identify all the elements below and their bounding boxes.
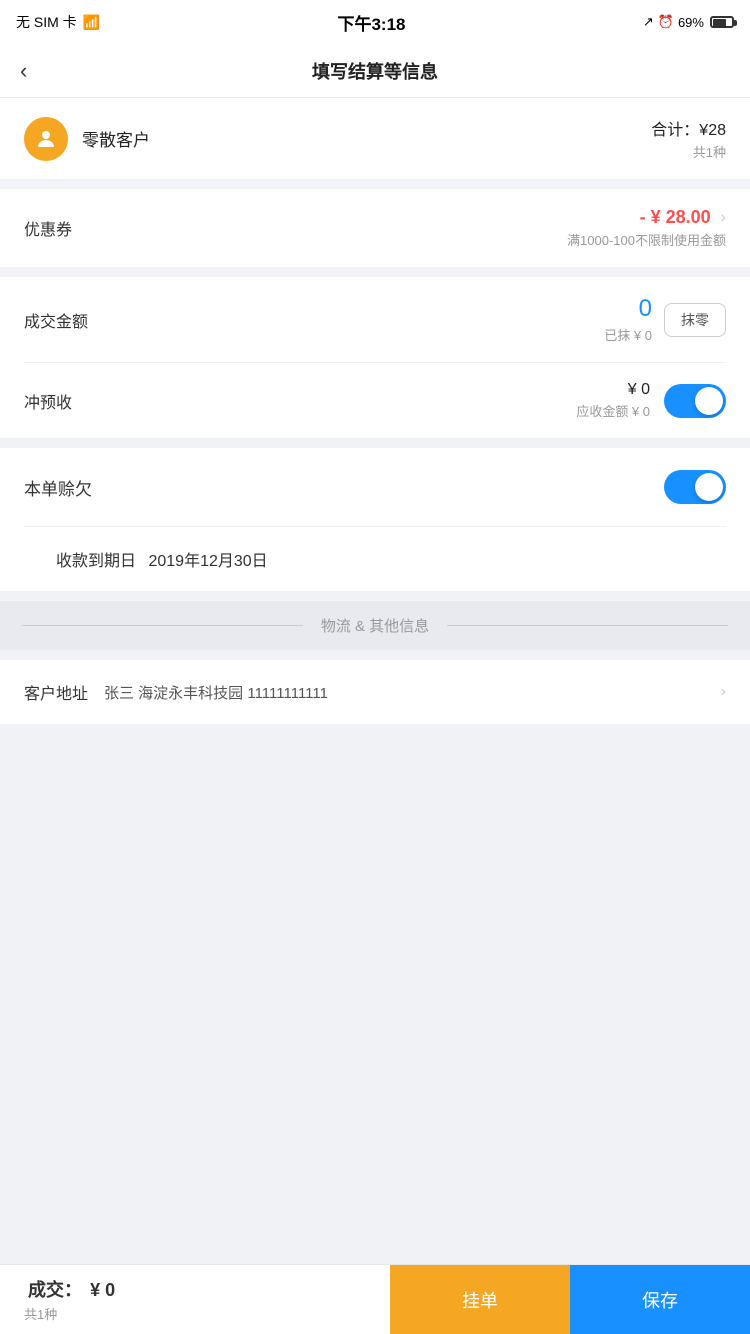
status-right: ↗ ⏰ 69%: [643, 14, 734, 30]
amount-value[interactable]: 0: [604, 295, 652, 323]
round-button[interactable]: 抹零: [664, 303, 726, 337]
precharge-amount-main: ¥ 0: [576, 381, 650, 399]
status-bar: 无 SIM 卡 📶 下午3:18 ↗ ⏰ 69%: [0, 0, 750, 44]
location-icon: ↗: [643, 14, 654, 30]
bottom-bar: 成交： ¥ 0 共1种 挂单 保存: [0, 1264, 750, 1334]
precharge-row: 冲预收 ¥ 0 应收金额 ¥ 0: [24, 363, 726, 438]
logistics-section: 物流 & 其他信息: [0, 601, 750, 650]
due-date-row: 收款到期日 2019年12月30日: [24, 526, 726, 591]
precharge-amount-sub: 应收金额 ¥ 0: [576, 401, 650, 420]
alarm-icon: ⏰: [658, 14, 674, 30]
coupon-right: - ¥ 28.00 › 满1000-100不限制使用金额: [567, 207, 726, 249]
customer-row: 零散客户 合计：¥28 共1种: [0, 98, 750, 179]
customer-card: 零散客户 合计：¥28 共1种: [0, 98, 750, 179]
content-area: 零散客户 合计：¥28 共1种 优惠券 - ¥ 28.00 › 满1000-10…: [0, 98, 750, 1014]
customer-name: 零散客户: [82, 126, 150, 151]
amount-label: 成交金额: [24, 308, 88, 332]
address-value: 张三 海淀永丰科技园 11111111111: [104, 682, 713, 703]
status-time: 下午3:18: [337, 10, 405, 35]
chevron-right-icon: ›: [721, 209, 726, 227]
address-chevron-icon: ›: [721, 683, 726, 701]
total-price: 合计：¥28: [651, 116, 726, 140]
address-label: 客户地址: [24, 680, 104, 704]
logistics-header: 物流 & 其他信息: [0, 601, 750, 650]
empty-area: [0, 734, 750, 934]
bottom-buttons: 挂单 保存: [390, 1265, 750, 1334]
bottom-info: 成交： ¥ 0 共1种: [0, 1276, 390, 1323]
debt-label: 本单赊欠: [24, 475, 92, 500]
coupon-row[interactable]: 优惠券 - ¥ 28.00 › 满1000-100不限制使用金额: [0, 189, 750, 267]
due-date-value: 2019年12月30日: [148, 553, 267, 570]
save-button[interactable]: 保存: [570, 1265, 750, 1334]
debt-row: 本单赊欠: [24, 448, 726, 526]
back-button[interactable]: ‹: [12, 50, 35, 92]
battery-percent: 69%: [678, 15, 704, 30]
transaction-section: 成交金额 0 已抹 ¥ 0 抹零 冲预收 ¥ 0 应收金额 ¥ 0: [0, 277, 750, 438]
debt-toggle[interactable]: [664, 470, 726, 504]
total-count: 共1种: [651, 142, 726, 161]
hold-button[interactable]: 挂单: [390, 1265, 570, 1334]
coupon-amount: - ¥ 28.00: [640, 207, 711, 228]
bottom-deal-amount: ¥ 0: [90, 1280, 115, 1300]
precharge-label: 冲预收: [24, 389, 72, 413]
battery-icon: [710, 16, 734, 28]
precharge-right: ¥ 0 应收金额 ¥ 0: [576, 381, 726, 420]
debt-section: 本单赊欠 收款到期日 2019年12月30日: [0, 448, 750, 591]
address-row[interactable]: 客户地址 张三 海淀永丰科技园 11111111111 ›: [0, 660, 750, 724]
due-date-label: 收款到期日: [56, 553, 136, 570]
avatar: [24, 117, 68, 161]
sim-text: 无 SIM 卡: [16, 12, 77, 32]
logistics-label: 物流 & 其他信息: [321, 615, 429, 636]
customer-left: 零散客户: [24, 117, 150, 161]
coupon-desc: 满1000-100不限制使用金额: [567, 230, 726, 249]
coupon-card[interactable]: 优惠券 - ¥ 28.00 › 满1000-100不限制使用金额: [0, 189, 750, 267]
transaction-row: 成交金额 0 已抹 ¥ 0 抹零: [24, 277, 726, 363]
precharge-toggle[interactable]: [664, 384, 726, 418]
status-left: 无 SIM 卡 📶: [16, 12, 100, 32]
bottom-count: 共1种: [24, 1304, 366, 1323]
page-title: 填写结算等信息: [312, 58, 438, 84]
rounded-label: 已抹 ¥ 0: [604, 325, 652, 344]
wifi-icon: 📶: [83, 14, 100, 31]
address-section[interactable]: 客户地址 张三 海淀永丰科技园 11111111111 ›: [0, 660, 750, 724]
customer-right: 合计：¥28 共1种: [651, 116, 726, 161]
precharge-amounts: ¥ 0 应收金额 ¥ 0: [576, 381, 650, 420]
bottom-deal-label: 成交：: [28, 1280, 82, 1300]
transaction-right: 0 已抹 ¥ 0 抹零: [604, 295, 726, 344]
nav-bar: ‹ 填写结算等信息: [0, 44, 750, 98]
bottom-deal: 成交： ¥ 0: [24, 1276, 366, 1302]
coupon-label: 优惠券: [24, 216, 72, 240]
